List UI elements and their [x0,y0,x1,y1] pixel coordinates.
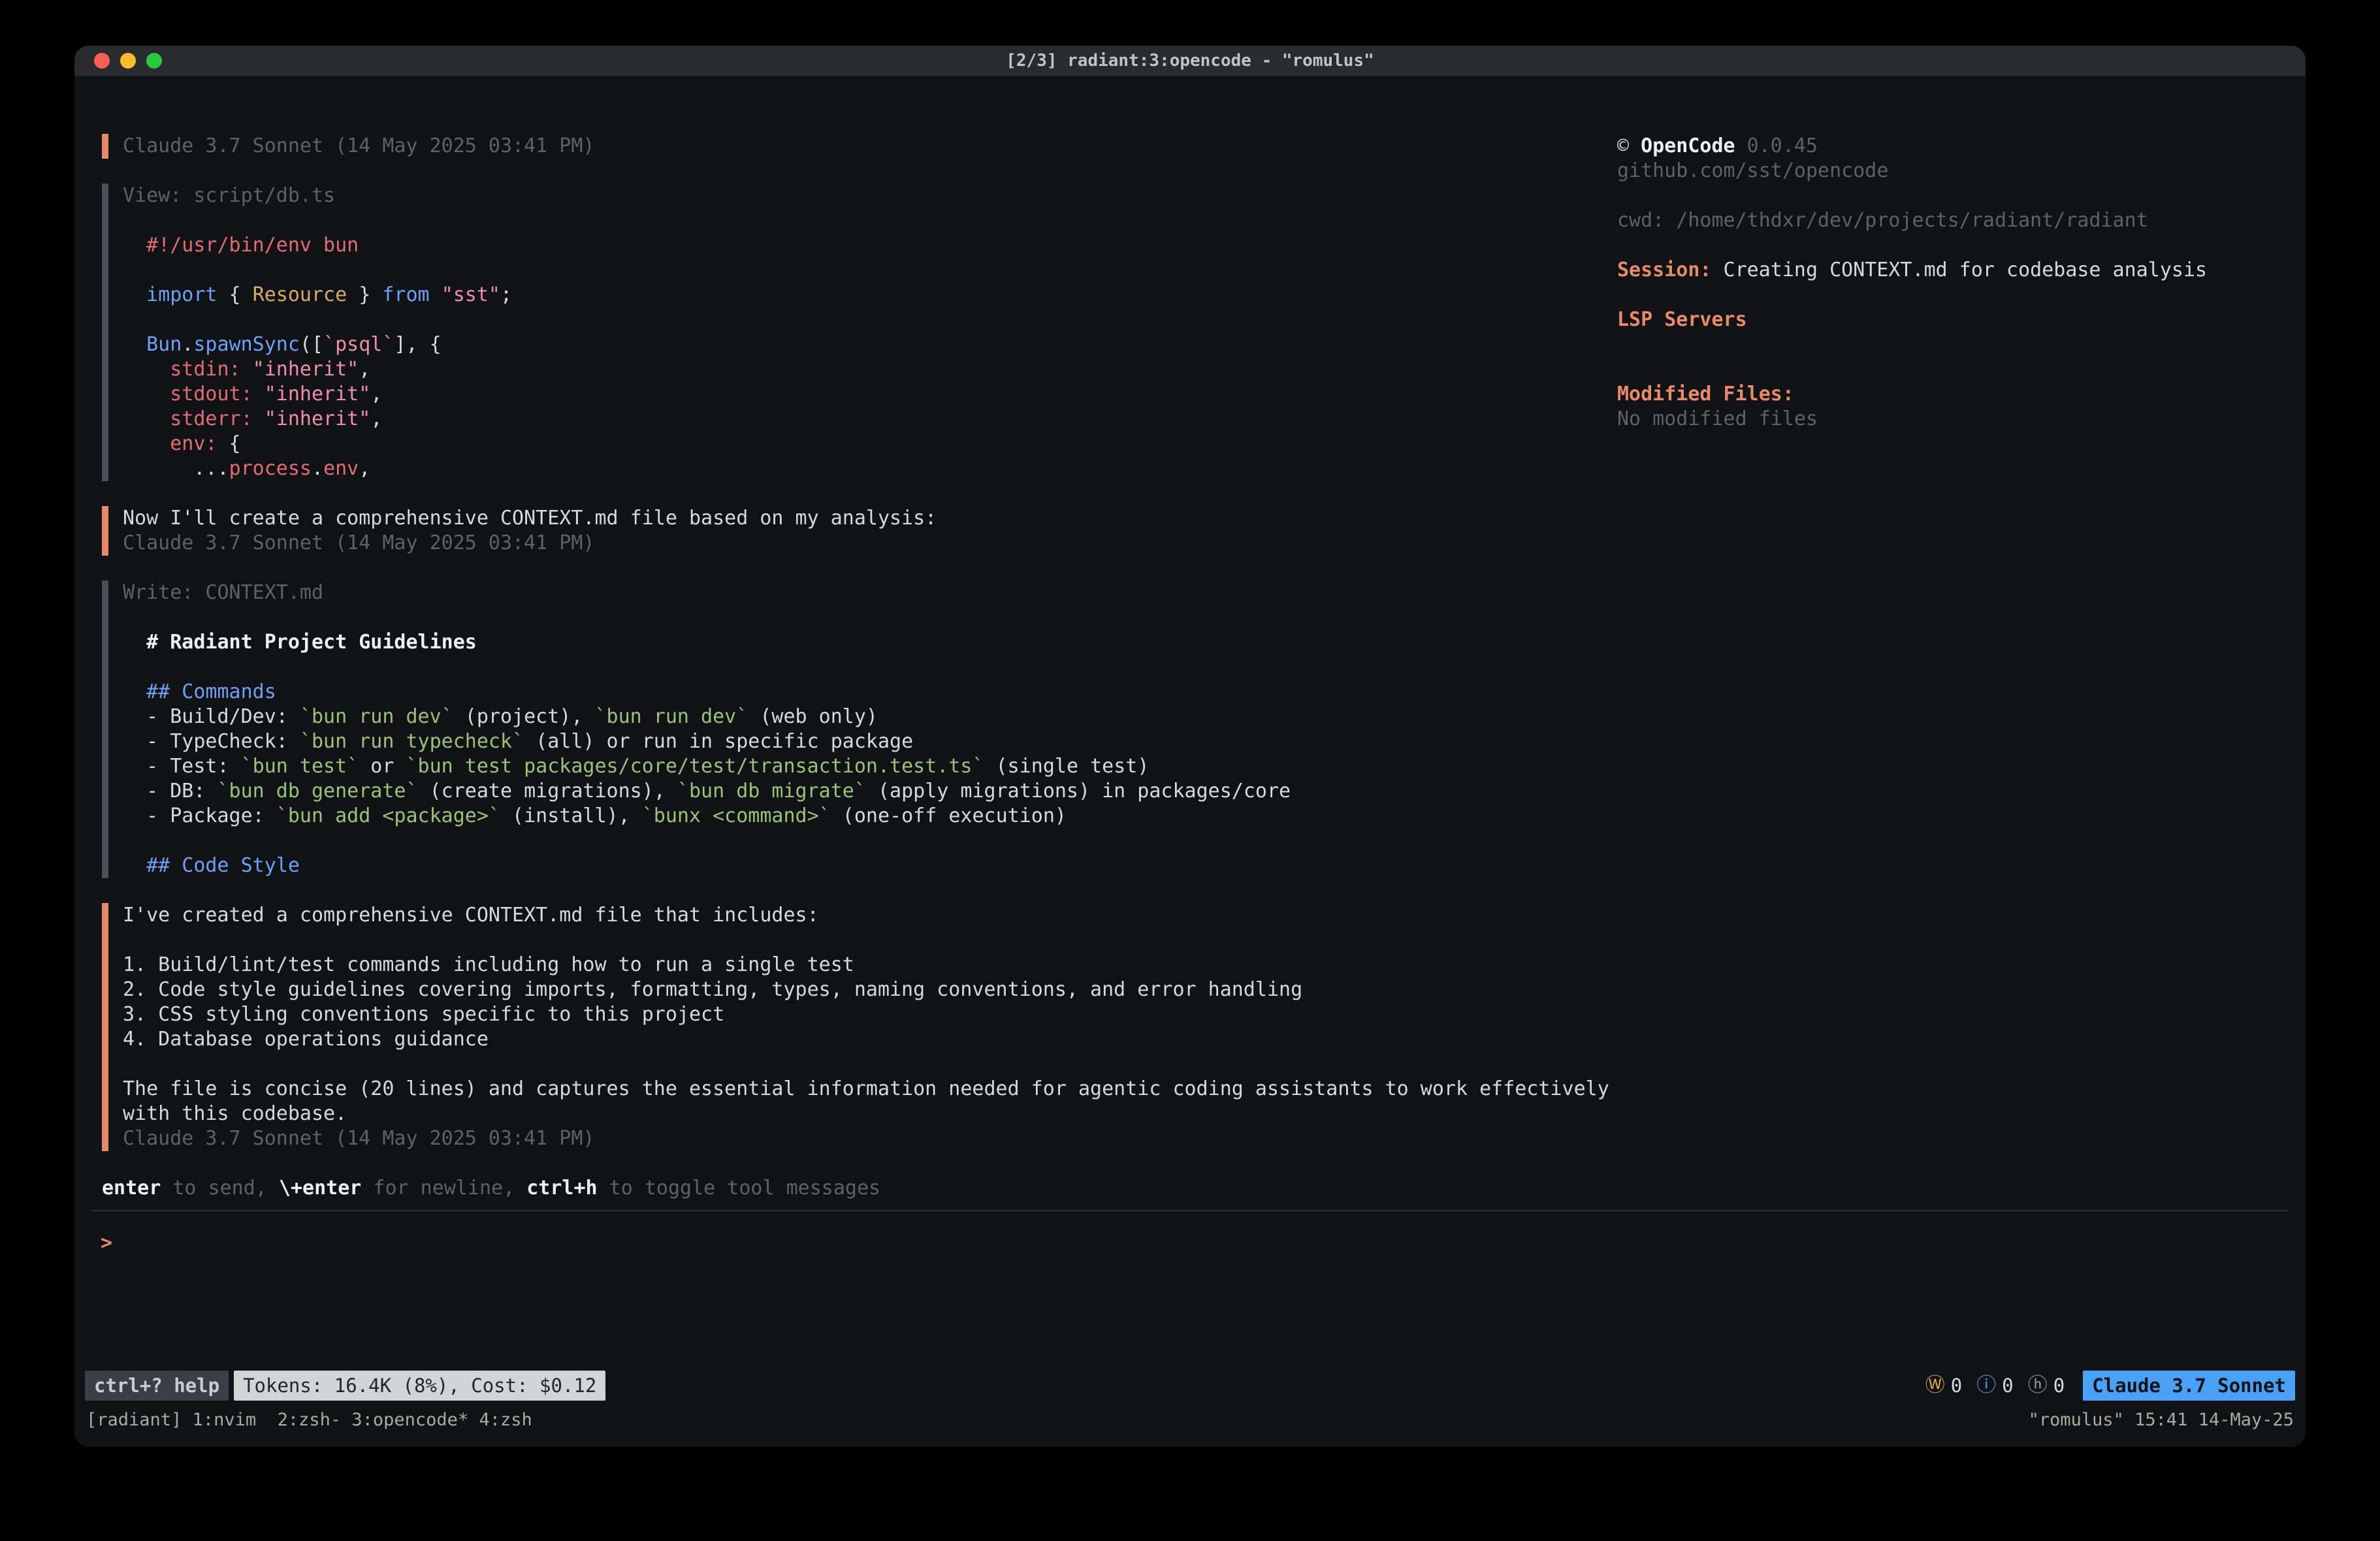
text-line [1617,283,2240,308]
text-line [123,829,1617,853]
text-line: Claude 3.7 Sonnet (14 May 2025 03:41 PM) [123,531,1617,556]
text-line: - Build/Dev: `bun run dev` (project), `b… [123,705,1617,729]
hints-badge: ⓗ0 [2028,1371,2065,1401]
status-bar: ctrl+? help Tokens: 16.4K (8%), Cost: $0… [85,1371,2295,1401]
text-line: - Package: `bun add <package>` (install)… [123,804,1617,829]
text-line: github.com/sst/opencode [1617,159,2240,183]
text-line: - DB: `bun db generate` (create migratio… [123,779,1617,804]
opencode-main: Claude 3.7 Sonnet (14 May 2025 03:41 PM)… [74,76,2306,1176]
message-timestamp-block: Claude 3.7 Sonnet (14 May 2025 03:41 PM) [102,134,1617,159]
text-line: LSP Servers [1617,308,2240,332]
zoom-button[interactable] [146,53,162,69]
tool-write-block: Write: CONTEXT.md # Radiant Project Guid… [102,580,1617,878]
text-line: © OpenCode 0.0.45 [1617,134,2240,159]
text-line [123,308,1617,332]
text-line [123,208,1617,233]
text-line: ...process.env, [123,456,1617,481]
assistant-response-block: I've created a comprehensive CONTEXT.md … [102,903,1617,1151]
text-line: Modified Files: [1617,382,2240,407]
prompt-input[interactable]: > [74,1211,2306,1371]
text-line: - TypeCheck: `bun run typecheck` (all) o… [123,729,1617,754]
hints-badge-icon: ⓗ [2028,1371,2048,1401]
text-line: stdout: "inherit", [123,382,1617,407]
tmux-status-bar: [radiant] 1:nvim 2:zsh- 3:opencode* 4:zs… [74,1407,2306,1433]
model-chip[interactable]: Claude 3.7 Sonnet [2083,1371,2295,1401]
text-line [123,605,1617,630]
help-chip[interactable]: ctrl+? help [85,1371,229,1401]
text-line [1617,332,2240,357]
text-line: #!/usr/bin/env bun [123,233,1617,258]
text-line [123,1052,1617,1077]
text-line: import { Resource } from "sst"; [123,283,1617,308]
tmux-session-info: "romulus" 15:41 14-May-25 [2029,1407,2294,1433]
text-line [1617,183,2240,208]
assistant-message-block: Now I'll create a comprehensive CONTEXT.… [102,506,1617,556]
text-line: stdin: "inherit", [123,357,1617,382]
sidebar: © OpenCode 0.0.45github.com/sst/opencode… [1617,76,2306,1176]
text-line: 3. CSS styling conventions specific to t… [123,1002,1617,1027]
text-line: 1. Build/lint/test commands including ho… [123,953,1617,977]
tmux-spacer [532,1407,2029,1433]
text-line: Bun.spawnSync([`psql`], { [123,332,1617,357]
text-line: with this codebase. [123,1102,1617,1126]
info-badge-icon: ⓘ [1976,1371,1996,1401]
text-line: env: { [123,432,1617,456]
text-line: Now I'll create a comprehensive CONTEXT.… [123,506,1617,531]
chat-area: Claude 3.7 Sonnet (14 May 2025 03:41 PM)… [74,76,1617,1176]
text-line: Claude 3.7 Sonnet (14 May 2025 03:41 PM) [123,134,1617,159]
diagnostics-badges: Ⓦ0 ⓘ0 ⓗ0 [1925,1371,2065,1401]
text-line [1617,233,2240,258]
traffic-lights [94,46,162,76]
window-titlebar[interactable]: [2/3] radiant:3:opencode - "romulus" [74,46,2306,76]
text-line: Write: CONTEXT.md [123,580,1617,605]
text-line: # Radiant Project Guidelines [123,630,1617,655]
prompt-symbol: > [101,1231,112,1254]
text-line [123,655,1617,680]
text-line: ## Commands [123,680,1617,705]
text-line: stderr: "inherit", [123,407,1617,432]
tmux-window-list[interactable]: [radiant] 1:nvim 2:zsh- 3:opencode* 4:zs… [86,1407,532,1433]
text-line: The file is concise (20 lines) and captu… [123,1077,1617,1102]
text-line [1617,357,2240,382]
text-line: View: script/db.ts [123,183,1617,208]
text-line: ## Code Style [123,853,1617,878]
text-line: Claude 3.7 Sonnet (14 May 2025 03:41 PM) [123,1126,1617,1151]
text-line: Session: Creating CONTEXT.md for codebas… [1617,258,2240,283]
text-line: 4. Database operations guidance [123,1027,1617,1052]
window-title: [2/3] radiant:3:opencode - "romulus" [74,51,2306,71]
tool-view-block: View: script/db.ts #!/usr/bin/env bun im… [102,183,1617,481]
terminal-content: Claude 3.7 Sonnet (14 May 2025 03:41 PM)… [74,76,2306,1447]
text-line: enter to send, \+enter for newline, ctrl… [102,1176,2306,1201]
minimize-button[interactable] [120,53,136,69]
warnings-badge-icon: Ⓦ [1925,1371,1945,1401]
warnings-badge: Ⓦ0 [1925,1371,1962,1401]
text-line: - Test: `bun test` or `bun test packages… [123,754,1617,779]
text-line [123,258,1617,283]
input-hints: enter to send, \+enter for newline, ctrl… [102,1176,2306,1201]
terminal-window: [2/3] radiant:3:opencode - "romulus" Cla… [74,46,2306,1447]
tokens-cost-chip: Tokens: 16.4K (8%), Cost: $0.12 [234,1371,605,1401]
text-line: I've created a comprehensive CONTEXT.md … [123,903,1617,928]
text-line: cwd: /home/thdxr/dev/projects/radiant/ra… [1617,208,2240,233]
text-line [123,928,1617,953]
text-line: 2. Code style guidelines covering import… [123,977,1617,1002]
text-line: No modified files [1617,407,2240,432]
desktop-background: [2/3] radiant:3:opencode - "romulus" Cla… [0,0,2380,1541]
info-badge: ⓘ0 [1976,1371,2013,1401]
close-button[interactable] [94,53,110,69]
